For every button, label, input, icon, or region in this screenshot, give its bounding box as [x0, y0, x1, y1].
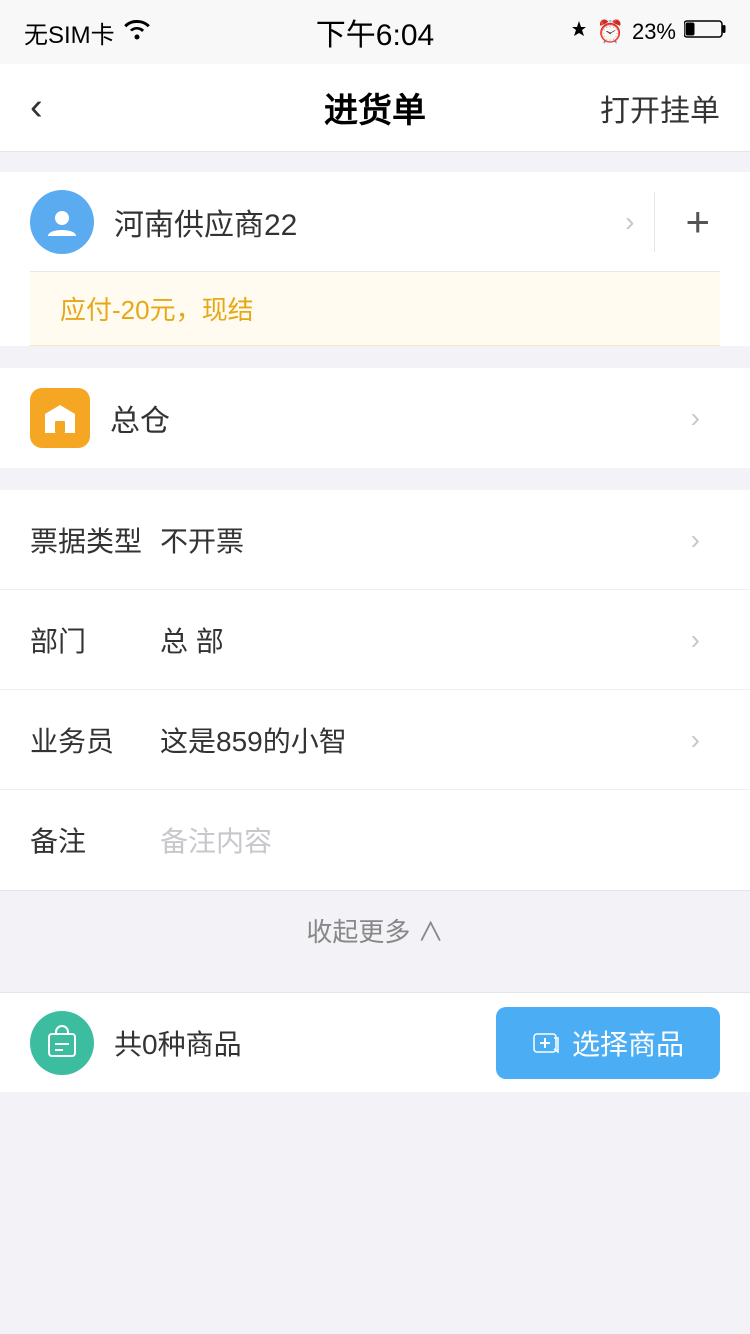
- add-supplier-button[interactable]: +: [675, 198, 720, 246]
- alarm-icon: ⏰: [597, 19, 624, 45]
- signal-text: 无SIM卡: [24, 15, 115, 50]
- salesman-label: 业务员: [30, 720, 160, 760]
- supplier-row[interactable]: 河南供应商22 › +: [30, 172, 720, 272]
- select-product-button[interactable]: 选择商品: [496, 1007, 720, 1079]
- nav-bar: ‹ 进货单 打开挂单: [0, 64, 750, 152]
- product-count-text: 共0种商品: [114, 1023, 496, 1063]
- section-gap-3: [0, 468, 750, 488]
- warehouse-section[interactable]: 总仓 ›: [0, 368, 750, 468]
- department-label: 部门: [30, 620, 160, 660]
- section-gap-4: [0, 970, 750, 990]
- warehouse-row[interactable]: 总仓 ›: [0, 368, 750, 468]
- select-product-label: 选择商品: [572, 1023, 684, 1063]
- status-time: 下午6:04: [316, 10, 434, 54]
- ticket-type-chevron-icon: ›: [691, 524, 700, 556]
- ticket-type-row[interactable]: 票据类型 不开票 ›: [0, 490, 750, 590]
- battery-icon: [684, 19, 726, 45]
- supplier-chevron-icon: ›: [625, 206, 634, 238]
- remark-label: 备注: [30, 820, 160, 860]
- salesman-value: 这是859的小智: [160, 720, 691, 760]
- collapse-row[interactable]: 收起更多 ∧: [0, 890, 750, 970]
- battery-text: 23%: [632, 19, 676, 45]
- section-gap-2: [0, 346, 750, 366]
- salesman-chevron-icon: ›: [691, 724, 700, 756]
- remark-input[interactable]: 备注内容: [160, 820, 720, 860]
- page-title: 进货单: [324, 83, 426, 132]
- notice-text: 应付-20元，现结: [60, 295, 254, 325]
- notice-bar: 应付-20元，现结: [30, 272, 720, 346]
- warehouse-name: 总仓: [110, 396, 691, 440]
- warehouse-chevron-icon: ›: [691, 402, 700, 434]
- open-pending-button[interactable]: 打开挂单: [600, 86, 720, 130]
- wifi-icon: [123, 18, 151, 47]
- vertical-divider: [654, 192, 655, 252]
- bottom-bar: 共0种商品 选择商品: [0, 992, 750, 1092]
- section-gap-1: [0, 152, 750, 172]
- status-bar: 无SIM卡 下午6:04 ⏰ 23%: [0, 0, 750, 64]
- supplier-avatar: [30, 190, 94, 254]
- back-button[interactable]: ‹: [30, 86, 43, 129]
- ticket-type-value: 不开票: [160, 520, 691, 560]
- location-icon: [569, 19, 589, 45]
- remark-row[interactable]: 备注 备注内容: [0, 790, 750, 890]
- product-icon: [30, 1011, 94, 1075]
- supplier-name: 河南供应商22: [114, 200, 625, 244]
- ticket-type-label: 票据类型: [30, 520, 160, 560]
- supplier-section: 河南供应商22 › + 应付-20元，现结: [0, 172, 750, 346]
- department-chevron-icon: ›: [691, 624, 700, 656]
- warehouse-icon: [30, 388, 90, 448]
- department-row[interactable]: 部门 总 部 ›: [0, 590, 750, 690]
- department-value: 总 部: [160, 620, 691, 660]
- collapse-label: 收起更多 ∧: [306, 912, 443, 949]
- salesman-row[interactable]: 业务员 这是859的小智 ›: [0, 690, 750, 790]
- form-section: 票据类型 不开票 › 部门 总 部 › 业务员 这是859的小智 › 备注 备注…: [0, 490, 750, 890]
